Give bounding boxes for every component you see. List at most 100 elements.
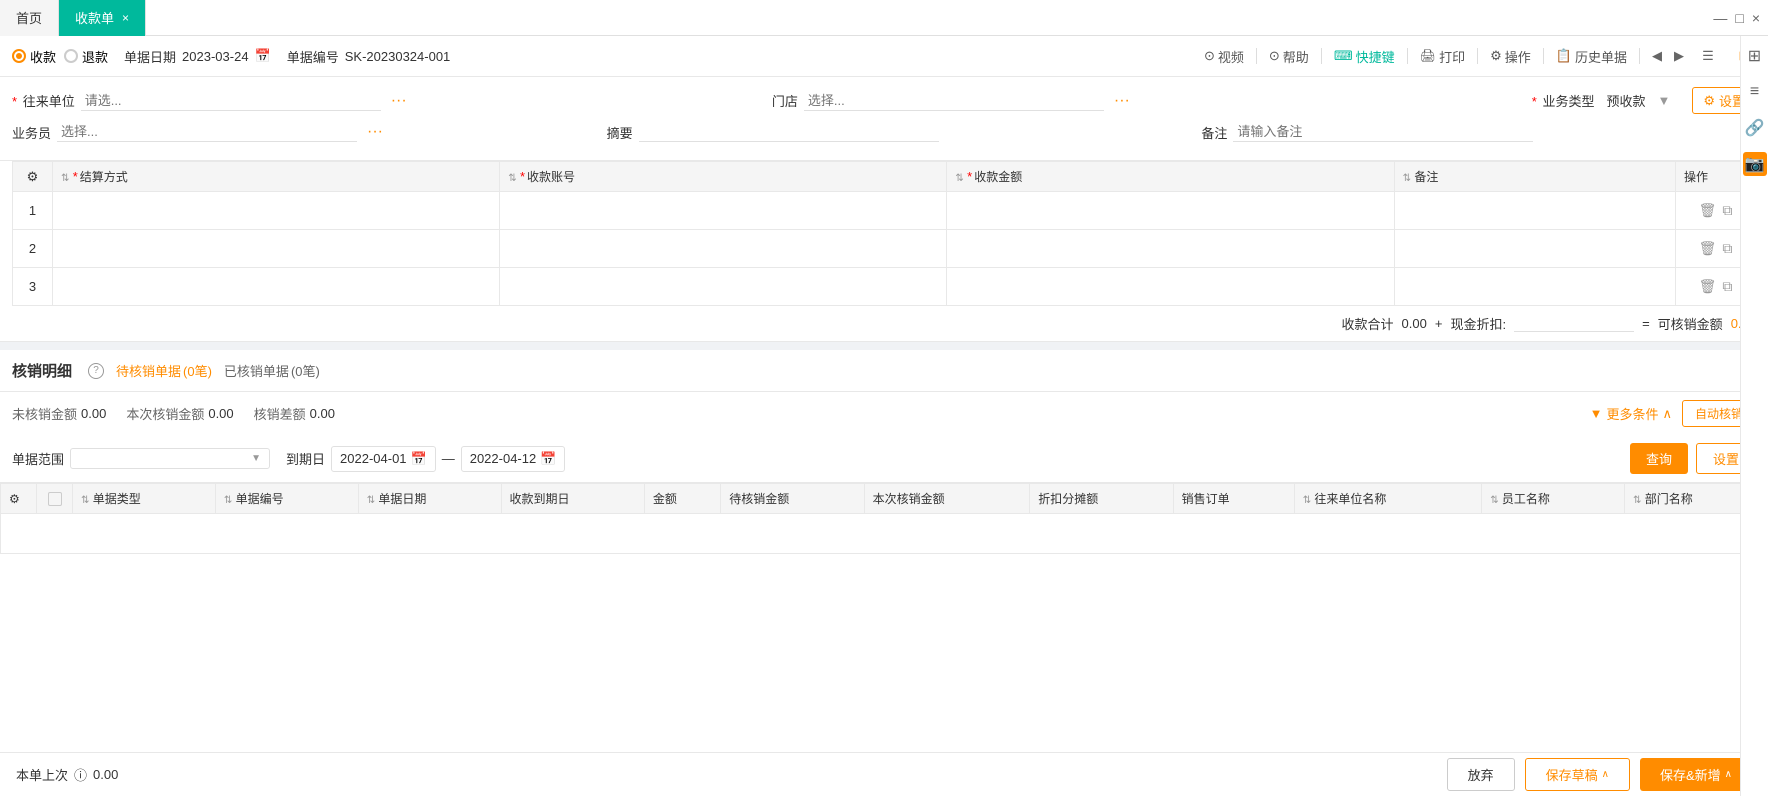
row-2-amount[interactable] xyxy=(947,230,1394,268)
panel-list-icon[interactable]: ≡ xyxy=(1743,80,1767,104)
maximize-icon[interactable]: □ xyxy=(1735,10,1743,26)
verify-section: 核销明细 ? 待核销单据 (0笔) 已核销单据 (0笔) 未核销金额 0.00 … xyxy=(0,350,1768,554)
divider1 xyxy=(1256,48,1257,64)
operate-btn[interactable]: ⚙ 操作 xyxy=(1490,47,1531,66)
query-button[interactable]: 查询 xyxy=(1630,443,1688,474)
store-input[interactable] xyxy=(804,91,1104,111)
footer-actions: 放弃 保存草稿 ∧ 保存&新增 ∧ xyxy=(1447,758,1752,791)
row-1-settlement[interactable] xyxy=(53,192,500,230)
summary-label: 摘要 xyxy=(607,123,633,142)
col-employee: ⇅ 员工名称 xyxy=(1482,484,1625,514)
verified-tab[interactable]: 已核销单据 (0笔) xyxy=(224,361,320,380)
counterparty-input[interactable] xyxy=(81,91,381,111)
footer-info: 本单上次 ⓘ 0.00 xyxy=(16,765,118,784)
range-select[interactable]: ▼ xyxy=(70,448,270,469)
verify-info-icon[interactable]: ? xyxy=(88,363,104,379)
row-1-copy-icon[interactable]: ⧉ xyxy=(1722,202,1732,219)
number-value: SK-20230324-001 xyxy=(345,49,451,64)
nav-next-icon[interactable]: ▶ xyxy=(1674,48,1684,64)
row-1-remark[interactable] xyxy=(1394,192,1675,230)
discount-label: 现金折扣: xyxy=(1450,314,1506,333)
row-1-amount[interactable] xyxy=(947,192,1394,230)
panel-link-icon[interactable]: 🔗 xyxy=(1743,116,1767,140)
col-gear-bottom[interactable]: ⚙ xyxy=(1,484,37,514)
video-btn[interactable]: ⊙ 视频 xyxy=(1204,47,1244,66)
footer: 本单上次 ⓘ 0.00 放弃 保存草稿 ∧ 保存&新增 ∧ xyxy=(0,752,1768,796)
staff-more-btn[interactable]: ··· xyxy=(367,123,383,141)
save-new-button[interactable]: 保存&新增 ∧ xyxy=(1640,758,1752,791)
number-label: 单据编号 xyxy=(287,47,339,66)
save-draft-button[interactable]: 保存草稿 ∧ xyxy=(1525,758,1630,791)
staff-label: 业务员 xyxy=(12,123,51,142)
minimize-icon[interactable]: — xyxy=(1713,10,1727,26)
stats-row: 未核销金额 0.00 本次核销金额 0.00 核销差额 0.00 ▼ 更多条件 … xyxy=(0,392,1768,435)
summary-row: 收款合计 0.00 + 现金折扣: = 可核销金额 0.00 xyxy=(0,306,1768,342)
col-due-date: 收款到期日 xyxy=(501,484,644,514)
start-calendar-icon[interactable]: 📅 xyxy=(411,451,427,467)
tab-current[interactable]: 收款单 × xyxy=(59,0,146,36)
store-label: 门店 xyxy=(772,91,798,110)
col-gear-icon[interactable]: ⚙ xyxy=(21,169,44,185)
business-type-value: 预收款 xyxy=(1606,91,1645,110)
calendar-icon[interactable]: 📅 xyxy=(255,48,271,64)
row-2-account[interactable] xyxy=(500,230,947,268)
end-calendar-icon[interactable]: 📅 xyxy=(540,451,556,467)
plus-sign: + xyxy=(1435,316,1443,331)
bottom-table: ⚙ ⇅ 单据类型 ⇅ 单据编号 ⇅ 单据日期 收款到期日 金额 待核销金额 本次… xyxy=(0,483,1768,554)
list-view-icon[interactable]: ☰ xyxy=(1696,44,1720,68)
tab-home[interactable]: 首页 xyxy=(0,0,59,36)
print-btn[interactable]: 🖨 打印 xyxy=(1420,47,1466,66)
staff-input[interactable] xyxy=(57,122,357,142)
summary-input[interactable] xyxy=(639,122,939,142)
panel-table-icon[interactable]: ⊞ xyxy=(1743,44,1767,68)
number-field: 单据编号 SK-20230324-001 xyxy=(287,47,451,66)
abandon-button[interactable]: 放弃 xyxy=(1447,758,1515,791)
more-conditions-btn[interactable]: ▼ 更多条件 ∧ xyxy=(1590,404,1672,423)
business-type-chevron[interactable]: ▼ xyxy=(1657,93,1670,108)
panel-camera-icon[interactable]: 📷 xyxy=(1743,152,1767,176)
row-3-settlement[interactable] xyxy=(53,268,500,306)
remark-input[interactable] xyxy=(1233,122,1533,142)
counterparty-more-btn[interactable]: ··· xyxy=(391,92,407,110)
verify-header: 核销明细 ? 待核销单据 (0笔) 已核销单据 (0笔) xyxy=(0,350,1768,392)
top-toolbar: 收款 退款 单据日期 2023-03-24 📅 单据编号 SK-20230324… xyxy=(0,36,1768,77)
row-2-settlement[interactable] xyxy=(53,230,500,268)
receipt-table-area: ⚙ ⇅ *结算方式 ⇅ *收款账号 ⇅ *收款金额 xyxy=(0,161,1768,306)
date-value: 2023-03-24 xyxy=(182,49,249,64)
row-3-amount[interactable] xyxy=(947,268,1394,306)
close-icon[interactable]: × xyxy=(1752,10,1760,26)
discount-input[interactable] xyxy=(1514,316,1634,332)
pending-tab[interactable]: 待核销单据 (0笔) xyxy=(116,361,212,380)
business-type-label: * 业务类型 xyxy=(1532,91,1595,110)
end-date-input[interactable]: 2022-04-12 📅 xyxy=(461,446,566,472)
tab-close-icon[interactable]: × xyxy=(122,11,129,25)
history-btn[interactable]: 📋 历史单据 xyxy=(1556,47,1627,66)
bottom-table-area: ⚙ ⇅ 单据类型 ⇅ 单据编号 ⇅ 单据日期 收款到期日 金额 待核销金额 本次… xyxy=(0,483,1768,554)
start-date-input[interactable]: 2022-04-01 📅 xyxy=(331,446,436,472)
row-3-account[interactable] xyxy=(500,268,947,306)
header-checkbox[interactable] xyxy=(48,492,62,506)
row-1-delete-icon[interactable]: 🗑 xyxy=(1699,202,1717,219)
row-3-delete-icon[interactable]: 🗑 xyxy=(1699,278,1717,295)
info-circle-icon[interactable]: ⓘ xyxy=(74,765,87,784)
col-counterparty-name: ⇅ 往来单位名称 xyxy=(1294,484,1482,514)
help-btn[interactable]: ⊙ 帮助 xyxy=(1269,47,1309,66)
shortcut-btn[interactable]: ⌨ 快捷键 xyxy=(1334,47,1395,66)
nav-prev-icon[interactable]: ◀ xyxy=(1652,48,1662,64)
form-row-2: 业务员 ··· 摘要 备注 xyxy=(12,122,1756,142)
row-3-copy-icon[interactable]: ⧉ xyxy=(1722,278,1732,295)
row-1-account[interactable] xyxy=(500,192,947,230)
row-3-remark[interactable] xyxy=(1394,268,1675,306)
row-2-copy-icon[interactable]: ⧉ xyxy=(1722,240,1732,257)
radio-receive[interactable]: 收款 xyxy=(12,47,56,66)
toolbar-actions: ⊙ 视频 ⊙ 帮助 ⌨ 快捷键 🖨 打印 ⚙ 操作 xyxy=(1204,44,1756,68)
draft-chevron-icon: ∧ xyxy=(1602,769,1609,780)
row-2-remark[interactable] xyxy=(1394,230,1675,268)
row-2-delete-icon[interactable]: 🗑 xyxy=(1699,240,1717,257)
col-settlement: ⇅ *结算方式 xyxy=(53,162,500,192)
store-more-btn[interactable]: ··· xyxy=(1114,92,1130,110)
col-sales-order: 销售订单 xyxy=(1173,484,1294,514)
radio-refund[interactable]: 退款 xyxy=(64,47,108,66)
col-amount: 金额 xyxy=(644,484,720,514)
col-discount-split: 折扣分摊额 xyxy=(1030,484,1173,514)
